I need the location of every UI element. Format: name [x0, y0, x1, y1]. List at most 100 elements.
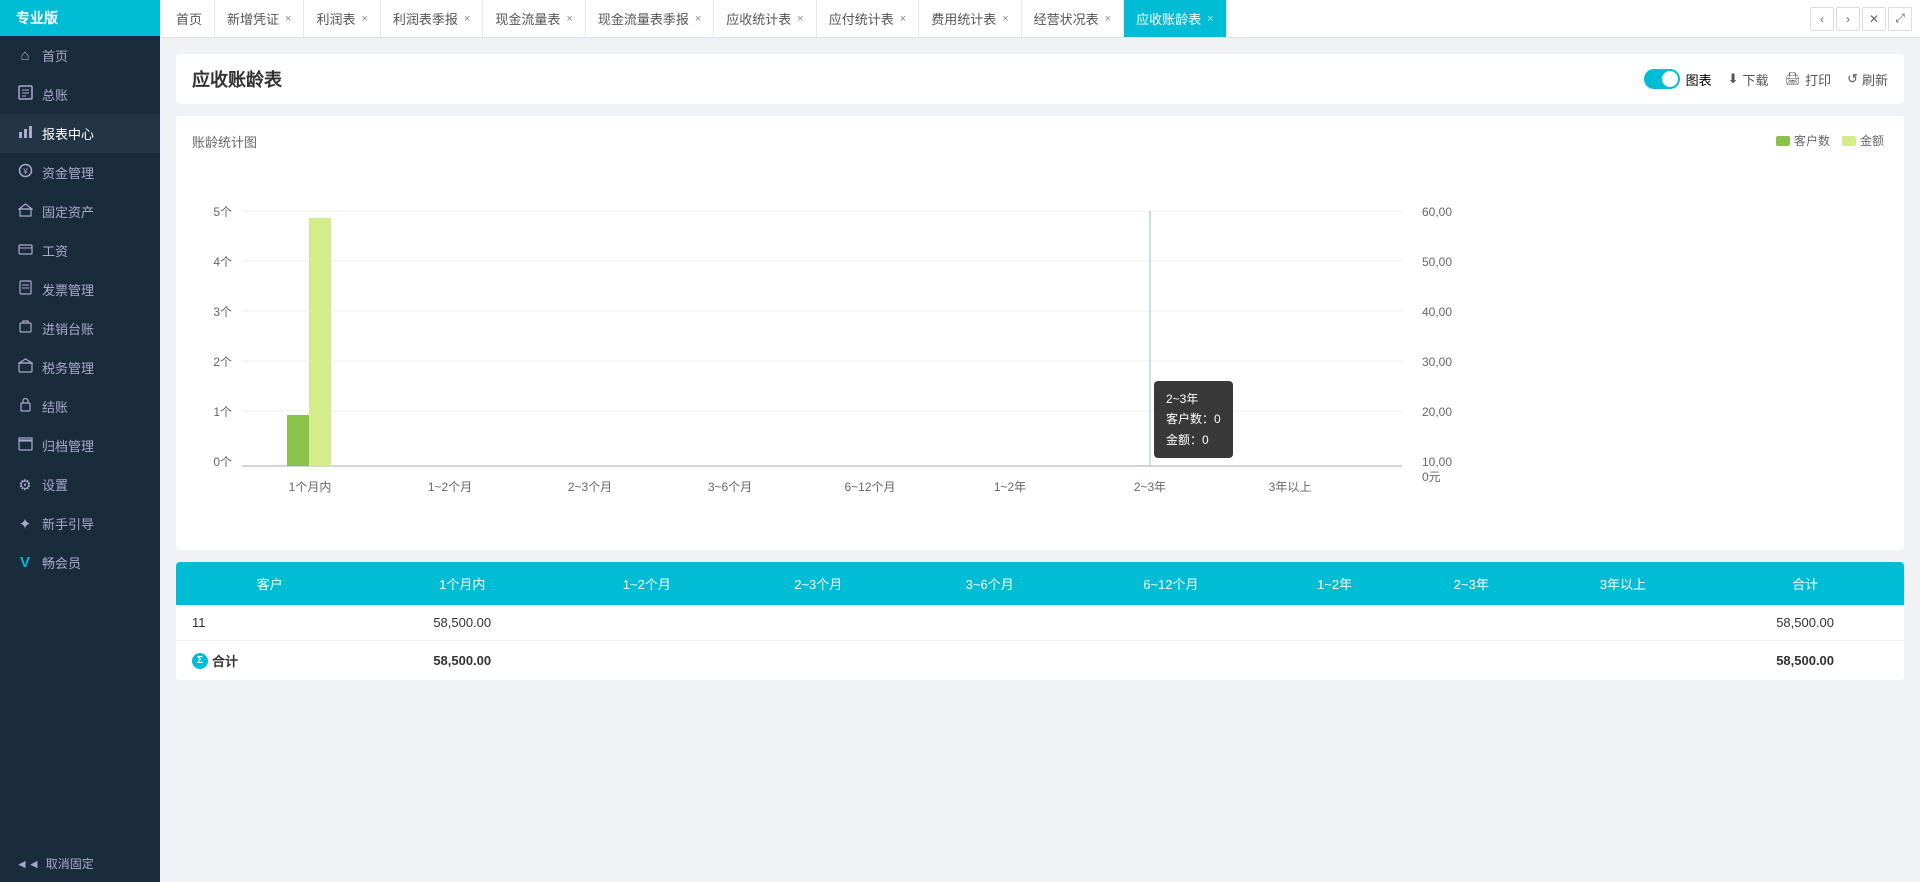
svg-text:0元: 0元 [1422, 470, 1441, 484]
tab-receivable-aging[interactable]: 应收账龄表 × [1124, 0, 1226, 38]
col-1to2month: 1~2个月 [561, 562, 732, 605]
print-icon: 🖨 [1785, 71, 1802, 87]
sidebar-item-label: 工资 [42, 241, 68, 260]
tab-new-voucher[interactable]: 新增凭证 × [215, 0, 304, 38]
tab-cashflow-quarterly[interactable]: 现金流量表季报 × [586, 0, 714, 38]
tab-payable-stats[interactable]: 应付统计表 × [817, 0, 919, 38]
col-1month: 1个月内 [363, 562, 561, 605]
chart-svg-wrapper: 5个 4个 3个 2个 1个 0个 60,000.00元 50,000.00元 … [192, 161, 1888, 534]
legend-amount-label: 金额 [1860, 132, 1884, 149]
sidebar-item-fund[interactable]: ¥ 资金管理 [0, 153, 160, 192]
sidebar-item-archive[interactable]: 归档管理 [0, 426, 160, 465]
sidebar-item-report[interactable]: 报表中心 [0, 114, 160, 153]
cell-1month: 58,500.00 [363, 605, 561, 641]
tab-label: 费用统计表 [931, 9, 996, 28]
total-1to2y [1266, 641, 1403, 681]
tab-fullscreen-button[interactable]: ⤢ [1888, 7, 1912, 31]
sidebar-item-label: 发票管理 [42, 280, 94, 299]
svg-text:¥: ¥ [22, 167, 28, 176]
download-icon: ⬇ [1728, 71, 1739, 87]
total-1month: 58,500.00 [363, 641, 561, 681]
total-2to3 [733, 641, 904, 681]
total-over3y [1540, 641, 1707, 681]
tab-profit[interactable]: 利润表 × [304, 0, 380, 38]
tab-label: 应收统计表 [726, 9, 791, 28]
tab-cashflow[interactable]: 现金流量表 × [483, 0, 585, 38]
tab-close-icon[interactable]: × [566, 13, 572, 25]
bar-customer-1 [287, 415, 309, 466]
sidebar: 专业版 ⌂ 首页 总账 报表中心 ¥ 资金管理 固定资产 工资 [0, 0, 160, 882]
svg-text:6~12个月: 6~12个月 [844, 480, 895, 494]
tab-nav-buttons: ‹ › ✕ ⤢ [1806, 7, 1916, 31]
total-label-text: 合计 [212, 651, 238, 670]
cell-3to6 [904, 605, 1075, 641]
tab-close-icon[interactable]: × [1207, 13, 1213, 25]
table-row: 11 58,500.00 58,500.00 [176, 605, 1904, 641]
print-button[interactable]: 🖨 打印 [1785, 70, 1832, 89]
tab-receivable-stats[interactable]: 应收统计表 × [714, 0, 816, 38]
tab-operation-status[interactable]: 经营状况表 × [1022, 0, 1124, 38]
sidebar-item-stock[interactable]: 进销台账 [0, 309, 160, 348]
chart-container: 账龄统计图 客户数 金额 5个 4个 3个 2个 1个 [176, 116, 1904, 550]
report-icon [16, 124, 34, 143]
sidebar-item-label: 资金管理 [42, 163, 94, 182]
tab-close-all-button[interactable]: ✕ [1862, 7, 1886, 31]
legend-customer-label: 客户数 [1794, 132, 1830, 149]
chart-toggle[interactable] [1644, 69, 1680, 89]
unpin-label: 取消固定 [46, 855, 94, 872]
total-6to12 [1075, 641, 1266, 681]
page-header: 应收账龄表 图表 ⬇ 下载 🖨 打印 ↺ 刷新 [176, 54, 1904, 104]
svg-text:2~3个月: 2~3个月 [568, 480, 612, 494]
tab-close-icon[interactable]: × [900, 13, 906, 25]
main-area: 首页 新增凭证 × 利润表 × 利润表季报 × 现金流量表 × 现金流量表季报 … [160, 0, 1920, 882]
sidebar-item-guide[interactable]: ✦ 新手引导 [0, 504, 160, 543]
sidebar-item-label: 首页 [42, 46, 68, 65]
sidebar-item-asset[interactable]: 固定资产 [0, 192, 160, 231]
tab-close-icon[interactable]: × [464, 13, 470, 25]
svg-text:2个: 2个 [213, 355, 232, 369]
svg-text:1~2个月: 1~2个月 [428, 480, 472, 494]
content-area: 应收账龄表 图表 ⬇ 下载 🖨 打印 ↺ 刷新 [160, 38, 1920, 882]
cell-1to2y [1266, 605, 1403, 641]
sidebar-item-settings[interactable]: ⚙ 设置 [0, 465, 160, 504]
print-label: 打印 [1805, 70, 1831, 89]
sidebar-item-home[interactable]: ⌂ 首页 [0, 36, 160, 75]
chart-legend: 客户数 金额 [1776, 132, 1884, 149]
tab-close-icon[interactable]: × [285, 13, 291, 25]
col-total: 合计 [1706, 562, 1904, 605]
col-2to3year: 2~3年 [1403, 562, 1540, 605]
col-1to2year: 1~2年 [1266, 562, 1403, 605]
tab-close-icon[interactable]: × [1105, 13, 1111, 25]
sidebar-item-invoice[interactable]: 发票管理 [0, 270, 160, 309]
tab-prev-button[interactable]: ‹ [1810, 7, 1834, 31]
download-button[interactable]: ⬇ 下载 [1728, 70, 1769, 89]
tab-bar: 首页 新增凭证 × 利润表 × 利润表季报 × 现金流量表 × 现金流量表季报 … [160, 0, 1920, 38]
table-header-row: 客户 1个月内 1~2个月 2~3个月 3~6个月 6~12个月 1~2年 2~… [176, 562, 1904, 605]
tab-close-icon[interactable]: × [797, 13, 803, 25]
settings-icon: ⚙ [16, 476, 34, 494]
sidebar-item-label: 报表中心 [42, 124, 94, 143]
unpin-button[interactable]: ◄◄ 取消固定 [0, 845, 160, 882]
sidebar-item-vip[interactable]: V 畅会员 [0, 543, 160, 582]
sidebar-item-salary[interactable]: 工资 [0, 231, 160, 270]
svg-text:3个: 3个 [213, 305, 232, 319]
sidebar-item-close-accounts[interactable]: 结账 [0, 387, 160, 426]
tab-expense-stats[interactable]: 费用统计表 × [919, 0, 1021, 38]
tax-icon [16, 358, 34, 377]
home-icon: ⌂ [16, 47, 34, 64]
col-customer: 客户 [176, 562, 363, 605]
total-label-cell: Σ 合计 [176, 641, 363, 681]
svg-text:40,000.00元: 40,000.00元 [1422, 305, 1452, 319]
sidebar-item-ledger[interactable]: 总账 [0, 75, 160, 114]
svg-text:3~6个月: 3~6个月 [708, 480, 752, 494]
sidebar-item-tax[interactable]: 税务管理 [0, 348, 160, 387]
col-3to6month: 3~6个月 [904, 562, 1075, 605]
tab-next-button[interactable]: › [1836, 7, 1860, 31]
tab-close-icon[interactable]: × [695, 13, 701, 25]
total-total: 58,500.00 [1706, 641, 1904, 681]
tab-home[interactable]: 首页 [164, 0, 215, 38]
refresh-button[interactable]: ↺ 刷新 [1847, 70, 1888, 89]
tab-close-icon[interactable]: × [361, 13, 367, 25]
tab-close-icon[interactable]: × [1002, 13, 1008, 25]
tab-profit-quarterly[interactable]: 利润表季报 × [381, 0, 483, 38]
